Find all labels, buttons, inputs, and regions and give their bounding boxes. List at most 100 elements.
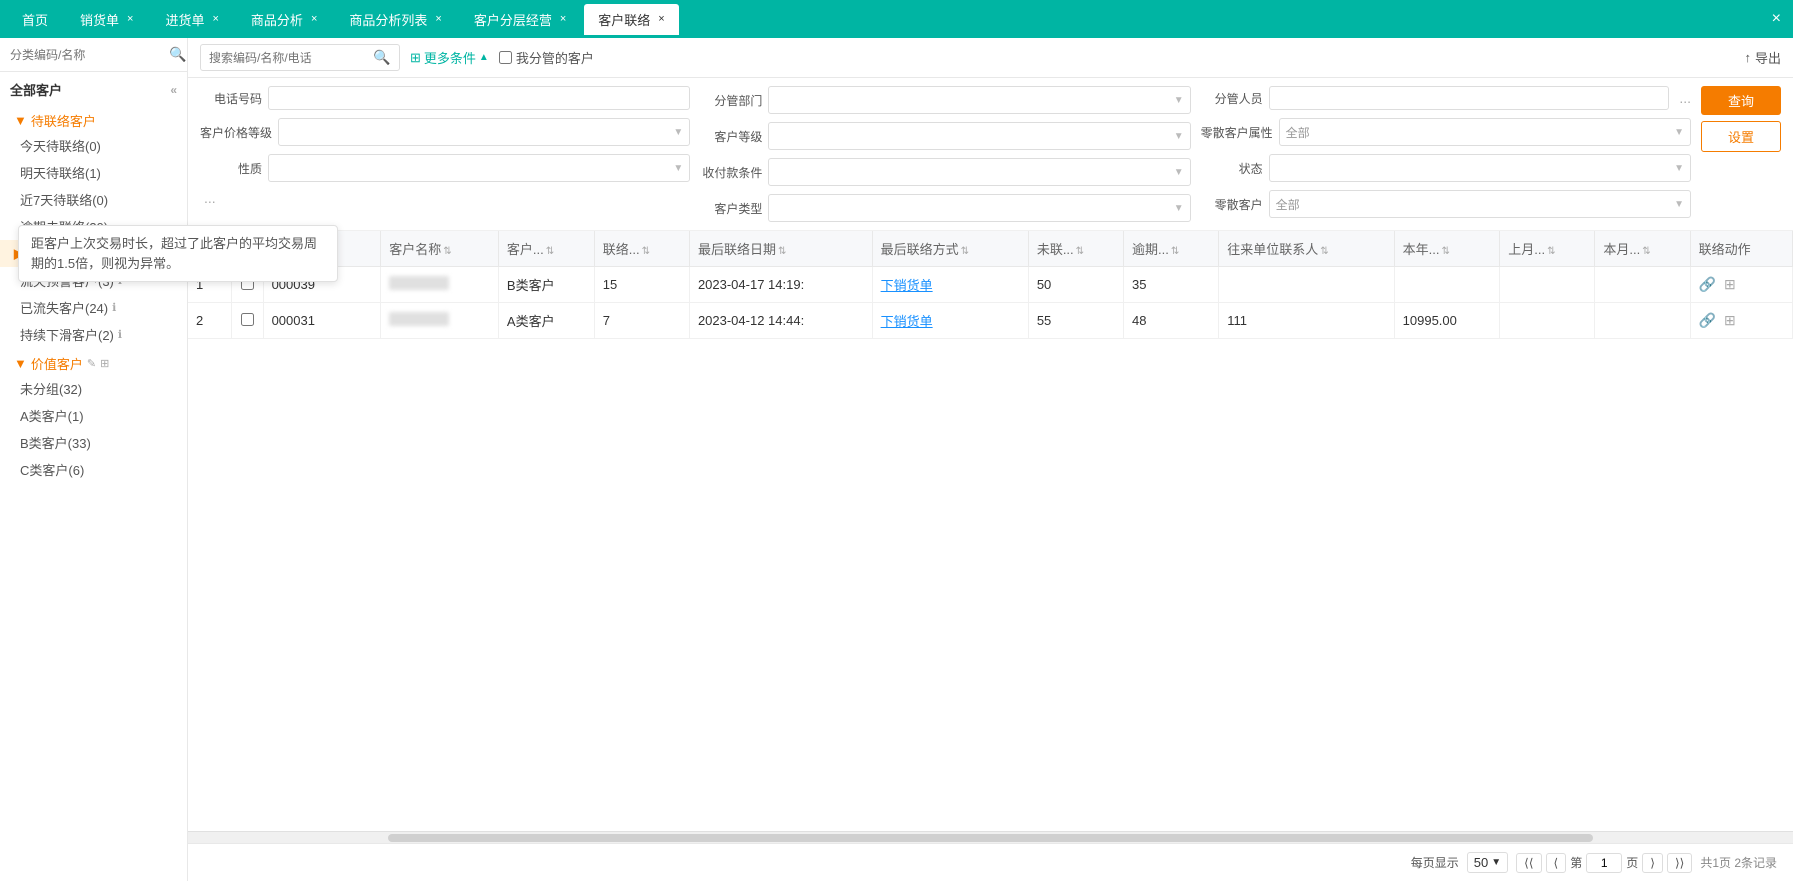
filter-customer-grade-select[interactable]: ▼ <box>768 122 1190 150</box>
sidebar-search-input[interactable] <box>10 48 165 62</box>
row2-grid-icon[interactable]: ⊞ <box>1724 312 1736 329</box>
search-input[interactable] <box>209 51 369 65</box>
sidebar-item-class-b[interactable]: B类客户(33) <box>0 429 187 456</box>
filter-payment-select[interactable]: ▼ <box>768 158 1190 186</box>
filter-customer-type-select[interactable]: ▼ <box>768 194 1190 222</box>
sort-icon-overdue[interactable]: ⇅ <box>1171 246 1179 257</box>
tab-analysis-close[interactable]: × <box>311 13 317 25</box>
td-this-month-1 <box>1595 267 1690 303</box>
td-action-2: 🔗 ⊞ <box>1690 303 1792 339</box>
last-page-button[interactable]: ⟩⟩ <box>1667 853 1692 873</box>
sort-icon-unlisted[interactable]: ⇅ <box>1076 246 1084 257</box>
row1-link-icon[interactable]: 🔗 <box>1699 276 1716 293</box>
my-customers-checkbox[interactable] <box>499 51 512 64</box>
my-customers-checkbox-area[interactable]: 我分管的客户 <box>499 48 594 67</box>
sort-icon-person[interactable]: ⇅ <box>1320 246 1328 257</box>
horizontal-scrollbar[interactable] <box>188 831 1793 843</box>
current-page-input[interactable] <box>1586 853 1622 873</box>
more-filters-button[interactable]: ⊞ 更多条件 ▲ <box>410 48 489 67</box>
td-name-1 <box>381 267 499 303</box>
tab-customer-stratification[interactable]: 客户分层经营 × <box>460 4 580 35</box>
sidebar-search-bar: 🔍 <box>0 38 187 72</box>
sidebar-item-declining[interactable]: 持续下滑客户(2) ℹ <box>0 321 187 348</box>
row2-link-icon[interactable]: 🔗 <box>1699 312 1716 329</box>
query-button[interactable]: 查询 <box>1701 86 1781 115</box>
tab-purchase[interactable]: 进货单 × <box>151 4 232 35</box>
close-all-button[interactable]: × <box>1772 10 1781 28</box>
filter-status-select[interactable]: ▼ <box>1269 154 1691 182</box>
tab-analysis-list[interactable]: 商品分析列表 × <box>335 4 455 35</box>
tab-analysis-list-close[interactable]: × <box>435 13 441 25</box>
filter-more-dots-text[interactable]: ... <box>204 190 216 206</box>
filter-payment-arrow: ▼ <box>1174 167 1184 178</box>
sort-icon-name[interactable]: ⇅ <box>443 246 451 257</box>
filter-price-grade-select[interactable]: ▼ <box>278 118 690 146</box>
sidebar-value-edit-icon[interactable]: ✎ <box>87 357 96 370</box>
content-area: 🔍 ⊞ 更多条件 ▲ 我分管的客户 ↑ 导出 电话号码 <box>188 38 1793 881</box>
sidebar-item-ungrouped[interactable]: 未分组(32) <box>0 375 187 402</box>
sort-icon-year[interactable]: ⇅ <box>1442 246 1450 257</box>
td-contact-person-1 <box>1219 267 1394 303</box>
filter-nature-label: 性质 <box>200 160 262 177</box>
filter-manager-input[interactable] <box>1269 86 1670 110</box>
tab-sales-close[interactable]: × <box>127 13 133 25</box>
td-last-method-1: 下销货单 <box>872 267 1028 303</box>
row2-contact-person: 111 <box>1227 313 1247 328</box>
sidebar-item-7days[interactable]: 近7天待联络(0) <box>0 186 187 213</box>
sort-icon-method[interactable]: ⇅ <box>961 246 969 257</box>
export-button[interactable]: ↑ 导出 <box>1744 48 1781 67</box>
sidebar-item-tomorrow[interactable]: 明天待联络(1) <box>0 159 187 186</box>
sidebar-group-pending[interactable]: ▼ 待联络客户 <box>0 107 187 132</box>
sidebar-item-lost[interactable]: 已流失客户(24) ℹ <box>0 294 187 321</box>
row1-last-method[interactable]: 下销货单 <box>881 278 933 293</box>
td-contact-count-2: 7 <box>594 303 689 339</box>
filter-manager-dots[interactable]: ... <box>1679 90 1691 106</box>
filter-nature-select[interactable]: ▼ <box>268 154 690 182</box>
sidebar-value-settings-icon[interactable]: ⊞ <box>100 357 109 370</box>
sidebar-item-today[interactable]: 今天待联络(0) <box>0 132 187 159</box>
sort-icon-date[interactable]: ⇅ <box>778 246 786 257</box>
th-last-month-label: 上月... <box>1508 242 1545 257</box>
sidebar-item-declining-label: 持续下滑客户(2) <box>20 325 114 344</box>
sidebar-collapse-icon[interactable]: « <box>170 83 177 97</box>
tab-customer-contact[interactable]: 客户联络 × <box>584 4 678 35</box>
prev-page-button[interactable]: ⟨ <box>1546 853 1567 873</box>
td-this-year-2: 10995.00 <box>1394 303 1500 339</box>
filter-retail-attr-select[interactable]: 全部 ▼ <box>1279 118 1691 146</box>
sidebar-item-tomorrow-label: 明天待联络(1) <box>20 166 101 181</box>
filter-dept-select[interactable]: ▼ <box>768 86 1190 114</box>
row2-checkbox[interactable] <box>241 313 254 326</box>
tab-home[interactable]: 首页 <box>8 4 62 35</box>
filter-customer-grade-label: 客户等级 <box>700 128 762 145</box>
tab-purchase-close[interactable]: × <box>212 13 218 25</box>
sidebar-group-pending-arrow: ▼ <box>14 113 27 128</box>
next-page-button[interactable]: ⟩ <box>1642 853 1663 873</box>
pagination-bar: 每页显示 50 ▼ ⟨⟨ ⟨ 第 页 ⟩ ⟩⟩ 共1页 2条记录 <box>188 843 1793 881</box>
th-name: 客户名称⇅ <box>381 231 499 267</box>
search-icon[interactable]: 🔍 <box>373 49 390 66</box>
filter-phone-input[interactable] <box>268 86 690 110</box>
settings-button[interactable]: 设置 <box>1701 121 1781 152</box>
sidebar-item-class-a[interactable]: A类客户(1) <box>0 402 187 429</box>
sidebar-search-icon[interactable]: 🔍 <box>169 46 186 63</box>
sidebar-item-class-c[interactable]: C类客户(6) <box>0 456 187 483</box>
sidebar-item-class-a-label: A类客户(1) <box>20 409 84 424</box>
per-page-select[interactable]: 50 ▼ <box>1467 852 1508 873</box>
tab-analysis[interactable]: 商品分析 × <box>237 4 331 35</box>
sort-icon-tmonth[interactable]: ⇅ <box>1642 246 1650 257</box>
td-last-date-1: 2023-04-17 14:19: <box>689 267 872 303</box>
sort-icon-lmonth[interactable]: ⇅ <box>1547 246 1555 257</box>
info-icon-declining[interactable]: ℹ <box>118 328 122 341</box>
tab-sales[interactable]: 销货单 × <box>66 4 147 35</box>
scroll-thumb[interactable] <box>388 834 1593 842</box>
row1-grid-icon[interactable]: ⊞ <box>1724 276 1736 293</box>
sort-icon-contact[interactable]: ⇅ <box>642 246 650 257</box>
info-icon-lost[interactable]: ℹ <box>112 301 116 314</box>
first-page-button[interactable]: ⟨⟨ <box>1516 853 1541 873</box>
tab-customer-contact-close[interactable]: × <box>658 13 664 25</box>
row2-name <box>389 312 449 326</box>
tab-customer-stratification-close[interactable]: × <box>560 13 566 25</box>
sort-icon-type[interactable]: ⇅ <box>546 246 554 257</box>
row2-last-method[interactable]: 下销货单 <box>881 314 933 329</box>
filter-retail-customer-select[interactable]: 全部 ▼ <box>1269 190 1691 218</box>
